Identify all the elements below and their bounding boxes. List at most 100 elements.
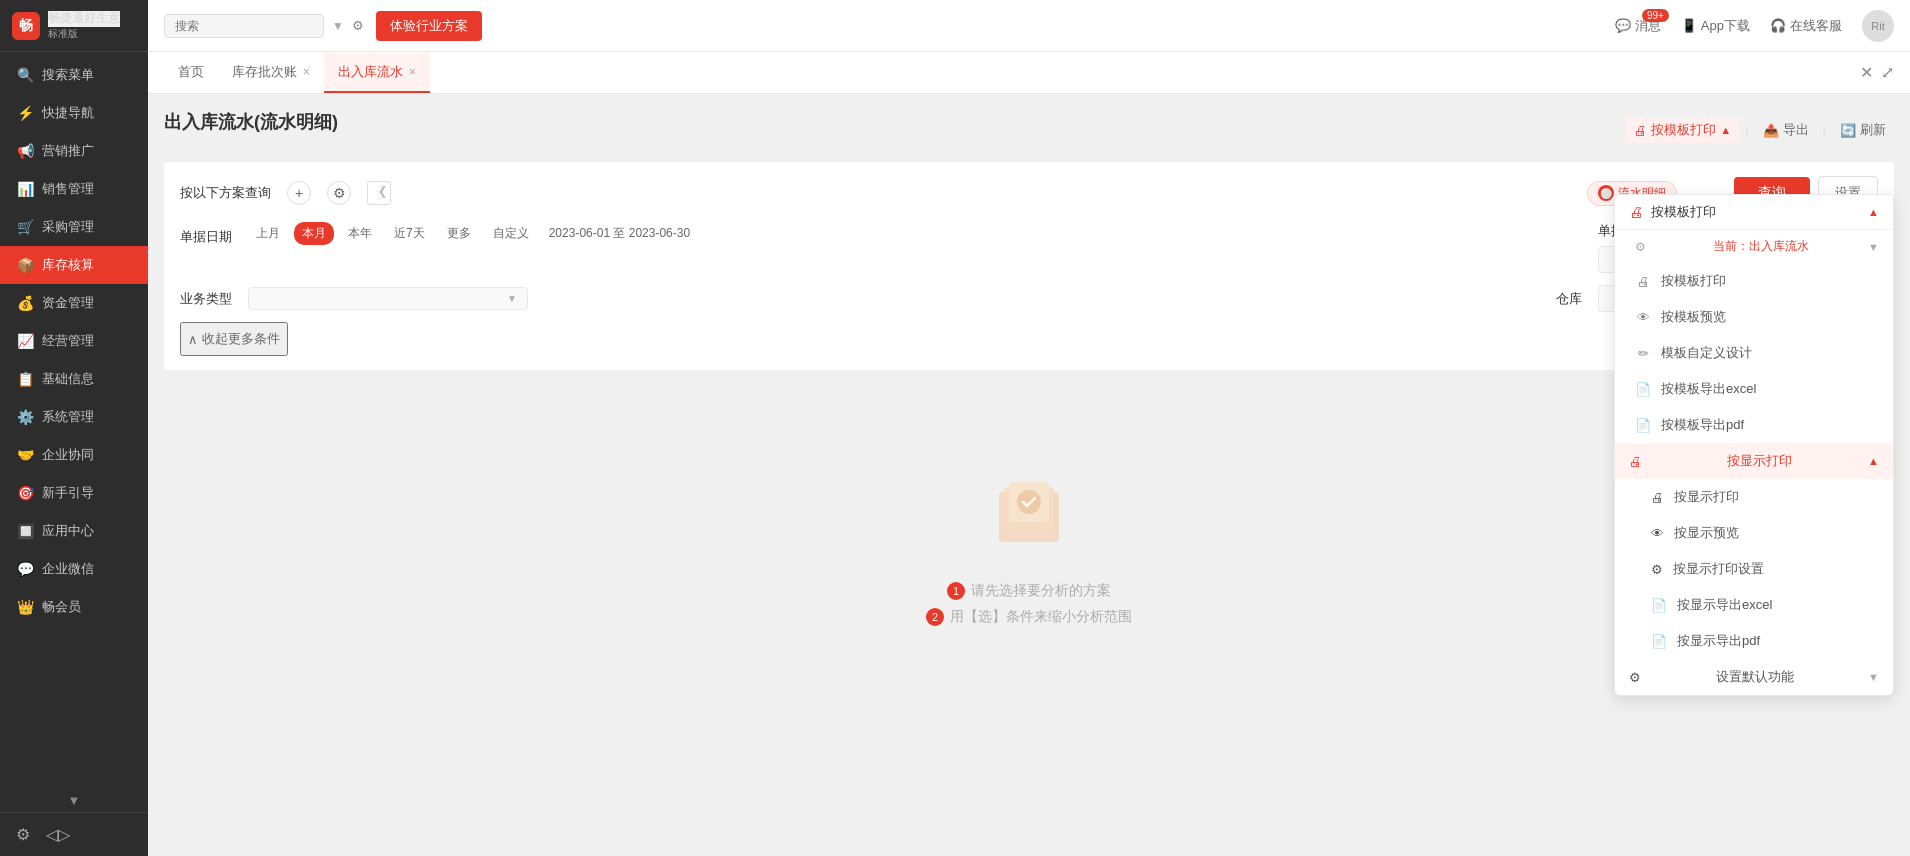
sidebar-collapse-icon[interactable]: ◁▷ xyxy=(46,825,70,844)
nav-icon-wechat: 💬 xyxy=(16,560,34,578)
sidebar-item-marketing[interactable]: 📢 营销推广 xyxy=(0,132,148,170)
nav-icon-operation: 📈 xyxy=(16,332,34,350)
display-section-arrow: ▲ xyxy=(1868,455,1879,467)
print-template-btn[interactable]: 🖨 按模板打印 ▲ xyxy=(1626,117,1739,143)
dropdown-item-display-pdf[interactable]: 📄 按显示导出pdf xyxy=(1615,623,1893,659)
display-section-header[interactable]: 🖨 按显示打印 ▲ xyxy=(1615,443,1893,479)
sidebar-item-sales[interactable]: 📊 销售管理 xyxy=(0,170,148,208)
nav-label-inventory: 库存核算 xyxy=(42,256,94,274)
sidebar-scroll-down[interactable]: ▼ xyxy=(0,789,148,812)
empty-illustration xyxy=(979,462,1079,562)
industry-btn[interactable]: 体验行业方案 xyxy=(376,11,482,41)
sidebar-bottom: ⚙ ◁▷ xyxy=(0,812,148,856)
sidebar-item-collab[interactable]: 🤝 企业协同 xyxy=(0,436,148,474)
sidebar-item-quick-nav[interactable]: ⚡ 快捷导航 xyxy=(0,94,148,132)
svg-point-3 xyxy=(1017,490,1041,514)
nav-label-guide: 新手引导 xyxy=(42,484,94,502)
template-excel-icon: 📄 xyxy=(1635,381,1651,397)
collapse-text: 收起更多条件 xyxy=(202,330,280,348)
tab-expand-btn[interactable]: ⤢ xyxy=(1881,63,1894,82)
filter-settings-btn[interactable]: ⚙ xyxy=(327,181,351,205)
nav-label-basic: 基础信息 xyxy=(42,370,94,388)
tab-home[interactable]: 首页 xyxy=(164,53,218,93)
nav-icon-guide: 🎯 xyxy=(16,484,34,502)
date-shortcut-custom[interactable]: 自定义 xyxy=(485,222,537,245)
tab-close-window-btn[interactable]: ✕ xyxy=(1860,63,1873,82)
message-action[interactable]: 💬 消息 99+ xyxy=(1615,17,1661,35)
sidebar-item-purchase[interactable]: 🛒 采购管理 xyxy=(0,208,148,246)
current-template-label[interactable]: ⚙ 当前：出入库流水 ▼ xyxy=(1615,230,1893,263)
print-dropdown-title: 按模板打印 xyxy=(1651,203,1860,221)
business-type-select[interactable]: ▼ xyxy=(248,287,528,310)
nav-icon-collab: 🤝 xyxy=(16,446,34,464)
date-shortcut-last-month[interactable]: 上月 xyxy=(248,222,288,245)
date-shortcut-more[interactable]: 更多 xyxy=(439,222,479,245)
collapse-more-btn[interactable]: ∧ 收起更多条件 xyxy=(180,322,288,356)
sidebar-item-wechat[interactable]: 💬 企业微信 xyxy=(0,550,148,588)
nav-label-operation: 经营管理 xyxy=(42,332,94,350)
sidebar-settings-icon[interactable]: ⚙ xyxy=(16,825,30,844)
current-label-arrow[interactable]: ▼ xyxy=(1868,241,1879,253)
nav-label-marketing: 营销推广 xyxy=(42,142,94,160)
online-service-action[interactable]: 🎧 在线客服 xyxy=(1770,17,1842,35)
business-type-label: 业务类型 xyxy=(180,290,232,308)
app-download-action[interactable]: 📱 App下载 xyxy=(1681,17,1750,35)
nav-label-sales: 销售管理 xyxy=(42,180,94,198)
logo-sub-text: 标准版 xyxy=(48,27,120,40)
sidebar: 畅 畅捷通好生意 标准版 🔍 搜索菜单 ⚡ 快捷导航 📢 营销推广 📊 销售管理… xyxy=(0,0,148,856)
display-preview-icon: 👁 xyxy=(1651,526,1664,541)
filter-add-btn[interactable]: + xyxy=(287,181,311,205)
display-settings-label: 按显示打印设置 xyxy=(1673,560,1764,578)
display-print-label: 按显示打印 xyxy=(1674,488,1739,506)
dropdown-item-display-print[interactable]: 🖨 按显示打印 xyxy=(1615,479,1893,515)
logo-main-text: 畅捷通好生意 xyxy=(48,11,120,27)
dropdown-item-display-preview[interactable]: 👁 按显示预览 xyxy=(1615,515,1893,551)
user-name-text: Rit xyxy=(1871,20,1884,32)
sidebar-item-finance[interactable]: 💰 资金管理 xyxy=(0,284,148,322)
dropdown-item-display-excel[interactable]: 📄 按显示导出excel xyxy=(1615,587,1893,623)
sidebar-item-operation[interactable]: 📈 经营管理 xyxy=(0,322,148,360)
message-icon: 💬 xyxy=(1615,18,1631,33)
nav-icon-marketing: 📢 xyxy=(16,142,34,160)
default-settings-icon: ⚙ xyxy=(1629,670,1641,685)
sidebar-item-basic[interactable]: 📋 基础信息 xyxy=(0,360,148,398)
app-download-icon: 📱 xyxy=(1681,18,1697,33)
tab-batch-account[interactable]: 库存批次账 × xyxy=(218,53,324,93)
sidebar-item-search[interactable]: 🔍 搜索菜单 xyxy=(0,56,148,94)
top-search-input[interactable] xyxy=(164,14,324,38)
nav-icon-member: 👑 xyxy=(16,598,34,616)
date-shortcut-7days[interactable]: 近7天 xyxy=(386,222,433,245)
sidebar-item-system[interactable]: ⚙️ 系统管理 xyxy=(0,398,148,436)
dropdown-item-template-excel[interactable]: 📄 按模板导出excel xyxy=(1615,371,1893,407)
nav-icon-basic: 📋 xyxy=(16,370,34,388)
current-label-text: 当前：出入库流水 xyxy=(1713,238,1809,255)
tab-flow-close[interactable]: × xyxy=(409,65,416,79)
step-1-text: 请先选择要分析的方案 xyxy=(971,582,1111,600)
tab-batch-account-label: 库存批次账 xyxy=(232,63,297,81)
dropdown-footer-default[interactable]: ⚙ 设置默认功能 ▼ xyxy=(1615,659,1893,695)
print-dropdown-up-arrow[interactable]: ▲ xyxy=(1868,206,1879,218)
header-dropdown-icon[interactable]: ▼ xyxy=(332,19,344,33)
dropdown-item-template-print[interactable]: 🖨 按模板打印 xyxy=(1615,263,1893,299)
date-shortcut-this-year[interactable]: 本年 xyxy=(340,222,380,245)
dropdown-item-template-pdf[interactable]: 📄 按模板导出pdf xyxy=(1615,407,1893,443)
header-gear-icon[interactable]: ⚙ xyxy=(352,18,364,33)
dropdown-item-display-settings[interactable]: ⚙ 按显示打印设置 xyxy=(1615,551,1893,587)
print-dropdown-icon: 🖨 xyxy=(1629,204,1643,220)
sidebar-item-apps[interactable]: 🔲 应用中心 xyxy=(0,512,148,550)
sidebar-item-member[interactable]: 👑 畅会员 xyxy=(0,588,148,626)
sidebar-item-inventory[interactable]: 📦 库存核算 xyxy=(0,246,148,284)
user-avatar[interactable]: Rit xyxy=(1862,10,1894,42)
tab-flow[interactable]: 出入库流水 × xyxy=(324,53,430,93)
display-print-icon: 🖨 xyxy=(1651,490,1664,505)
dropdown-item-template-preview[interactable]: 👁 按模板预览 xyxy=(1615,299,1893,335)
default-settings-label: 设置默认功能 xyxy=(1716,668,1794,686)
export-btn[interactable]: 📤 导出 xyxy=(1755,117,1817,143)
dropdown-item-template-custom[interactable]: ✏ 模板自定义设计 xyxy=(1615,335,1893,371)
filter-collapse-btn[interactable]: 《 xyxy=(367,181,391,205)
refresh-btn[interactable]: 🔄 刷新 xyxy=(1832,117,1894,143)
print-dropdown-header: 🖨 按模板打印 ▲ xyxy=(1615,195,1893,230)
sidebar-item-guide[interactable]: 🎯 新手引导 xyxy=(0,474,148,512)
tab-batch-account-close[interactable]: × xyxy=(303,65,310,79)
date-shortcut-this-month[interactable]: 本月 xyxy=(294,222,334,245)
